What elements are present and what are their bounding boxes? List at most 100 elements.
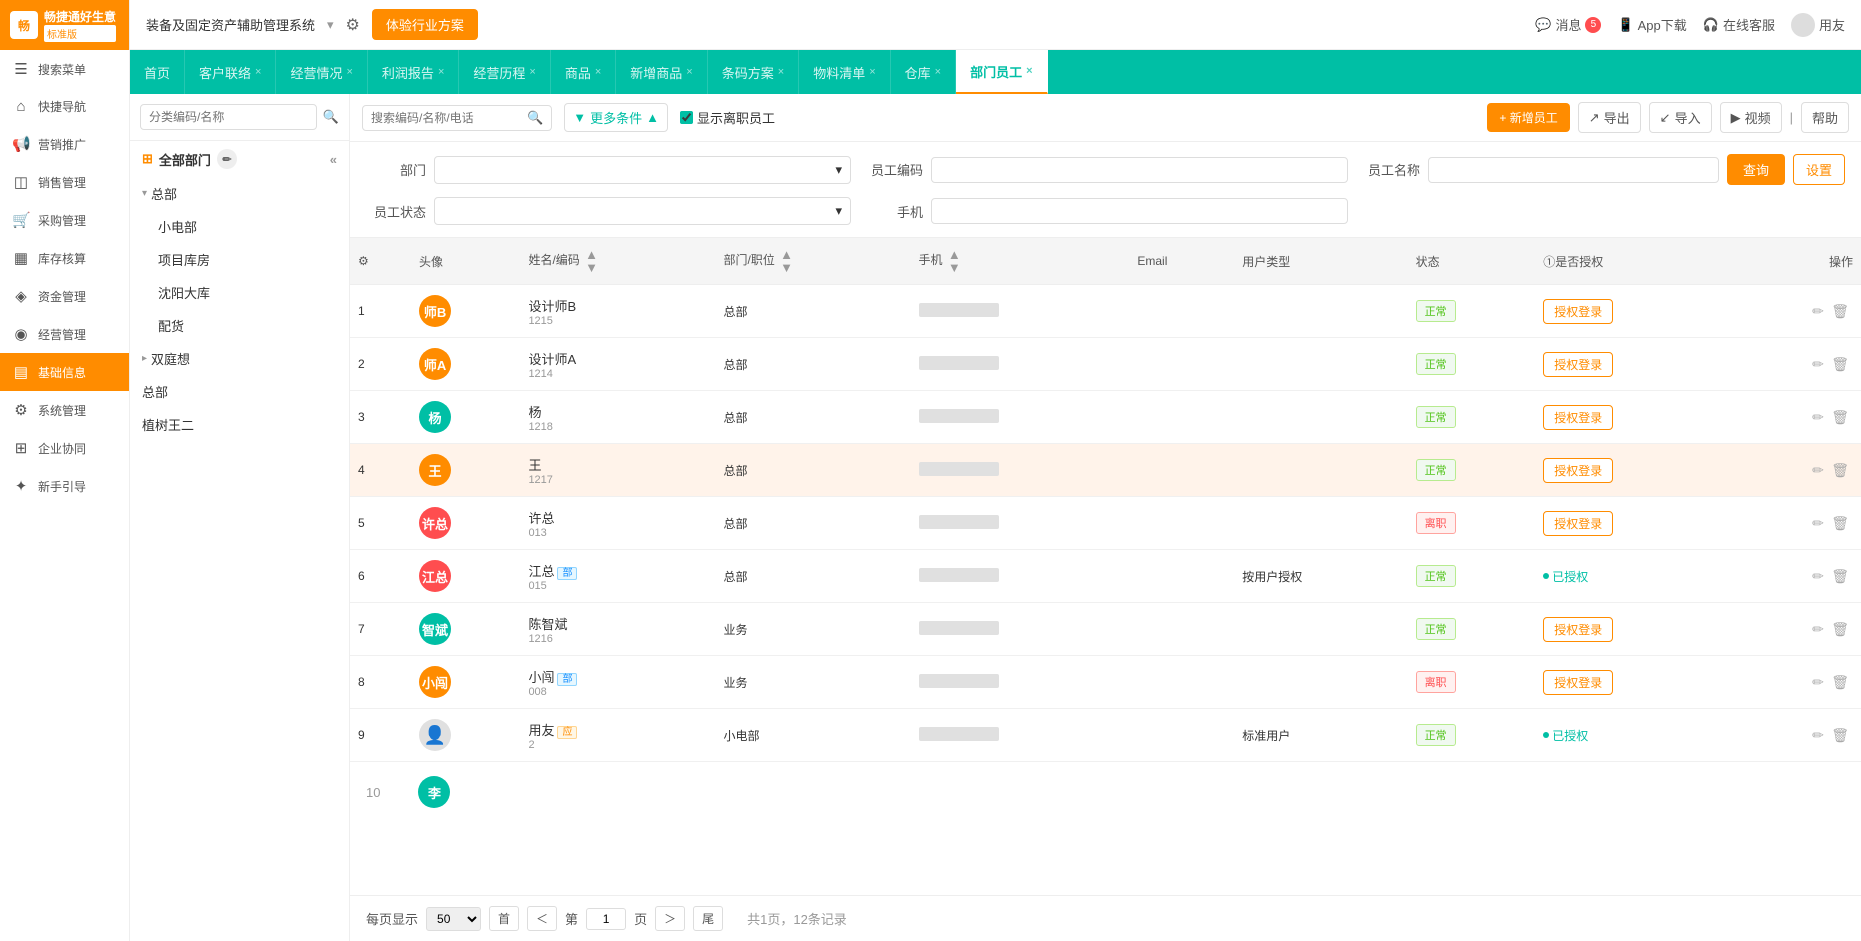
delete-button[interactable]: 🗑 [1831,356,1849,372]
trial-button[interactable]: 体验行业方案 [372,9,478,40]
tree-search-input[interactable] [140,104,317,130]
tree-item-shenyang[interactable]: 沈阳大库 [130,276,349,309]
tab-close-icon[interactable]: × [346,66,352,78]
auth-login-button[interactable]: 授权登录 [1543,670,1613,695]
tree-item-distribution[interactable]: 配货 [130,309,349,342]
edit-button[interactable]: ✏ [1812,568,1824,584]
title-dropdown-icon[interactable]: ▾ [327,17,334,33]
sidebar-item-purchase[interactable]: 🛒 采购管理 [0,201,129,239]
tree-item-plant-king[interactable]: 植树王二 [130,408,349,441]
auth-login-button[interactable]: 授权登录 [1543,458,1613,483]
last-page-button[interactable]: 尾 [693,906,723,931]
tab-warehouse[interactable]: 仓库 × [891,50,956,94]
sidebar-item-shortcut[interactable]: ⌂ 快捷导航 [0,88,129,125]
search-input[interactable] [371,111,521,125]
tab-close-icon[interactable]: × [438,66,444,78]
tab-operation-process[interactable]: 经营历程 × [459,50,550,94]
emp-status-select[interactable]: ▾ [434,197,851,225]
tab-barcode[interactable]: 条码方案 × [708,50,799,94]
phone-input[interactable] [931,198,1348,224]
sidebar-item-basic[interactable]: ▤ 基础信息 [0,353,129,391]
add-employee-button[interactable]: + 新增员工 [1487,103,1569,132]
auth-login-button[interactable]: 授权登录 [1543,617,1613,642]
per-page-select[interactable]: 50 100 200 [426,907,481,931]
prev-page-button[interactable]: ＜ [527,906,557,931]
tab-close-icon[interactable]: × [778,66,784,78]
app-download-button[interactable]: 📱 App下载 [1617,15,1686,34]
sidebar-item-corp[interactable]: ⊞ 企业协同 [0,429,129,467]
more-conditions-button[interactable]: ▼ 更多条件 ▲ [564,103,668,132]
delete-button[interactable]: 🗑 [1831,409,1849,425]
tree-item-project-room[interactable]: 项目库房 [130,243,349,276]
tab-close-icon[interactable]: × [595,66,601,78]
edit-button[interactable]: ✏ [1812,462,1824,478]
sidebar-item-system[interactable]: ⚙ 系统管理 [0,391,129,429]
settings-button[interactable]: 设置 [1793,154,1845,185]
tree-item-hq[interactable]: ▾ 总部 [130,177,349,210]
emp-name-input[interactable] [1428,157,1719,183]
first-page-button[interactable]: 首 [489,906,519,931]
sidebar-item-search[interactable]: ☰ 搜索菜单 [0,50,129,88]
user-avatar[interactable]: 用友 [1791,13,1845,37]
sidebar-item-finance[interactable]: ◈ 资金管理 [0,277,129,315]
message-button[interactable]: 💬 消息 5 [1535,15,1601,34]
tab-material[interactable]: 物料清单 × [799,50,890,94]
tab-goods[interactable]: 商品 × [551,50,616,94]
online-service-button[interactable]: 🎧 在线客服 [1703,15,1775,34]
sidebar-item-marketing[interactable]: 📢 营销推广 [0,125,129,163]
page-number-input[interactable] [586,908,626,930]
tab-close-icon[interactable]: × [255,66,261,78]
edit-button[interactable]: ✏ [1812,727,1824,743]
col-phone[interactable]: 手机 ▲▼ [911,238,1130,285]
tree-item-hq2[interactable]: 总部 [130,375,349,408]
dept-select[interactable]: ▾ [434,156,851,184]
edit-button[interactable]: ✏ [1812,621,1824,637]
import-button[interactable]: ↙ 导入 [1649,102,1712,133]
tree-search-icon[interactable]: 🔍 [323,109,339,125]
sidebar-item-guide[interactable]: ✦ 新手引导 [0,467,129,505]
edit-button[interactable]: ✏ [1812,356,1824,372]
tab-close-icon[interactable]: × [1026,65,1032,77]
delete-button[interactable]: 🗑 [1831,674,1849,690]
delete-button[interactable]: 🗑 [1831,303,1849,319]
sidebar-item-inventory[interactable]: ▦ 库存核算 [0,239,129,277]
show-resigned-checkbox[interactable]: 显示离职员工 [680,108,775,127]
query-button[interactable]: 查询 [1727,154,1785,185]
export-button[interactable]: ↗ 导出 [1578,102,1641,133]
emp-code-input[interactable] [931,157,1348,183]
search-icon[interactable]: 🔍 [527,110,543,126]
edit-button[interactable]: ✏ [1812,674,1824,690]
delete-button[interactable]: 🗑 [1831,515,1849,531]
next-page-button[interactable]: ＞ [655,906,685,931]
settings-gear-icon[interactable]: ⚙ [346,15,360,35]
edit-button[interactable]: ✏ [1812,515,1824,531]
view-button[interactable]: ▶ 视频 [1720,102,1782,133]
sidebar-item-operation[interactable]: ◉ 经营管理 [0,315,129,353]
delete-button[interactable]: 🗑 [1831,462,1849,478]
tab-operation-report[interactable]: 经营情况 × [276,50,367,94]
edit-button[interactable]: ✏ [1812,303,1824,319]
delete-button[interactable]: 🗑 [1831,568,1849,584]
tree-collapse-button[interactable]: « [330,152,337,167]
auth-login-button[interactable]: 授权登录 [1543,299,1613,324]
sidebar-item-sales[interactable]: ◫ 销售管理 [0,163,129,201]
edit-button[interactable]: ✏ [1812,409,1824,425]
delete-button[interactable]: 🗑 [1831,727,1849,743]
tab-home[interactable]: 首页 [130,50,185,94]
auth-login-button[interactable]: 授权登录 [1543,405,1613,430]
tab-profit[interactable]: 利润报告 × [368,50,459,94]
tree-item-double-dream[interactable]: ▸ 双庭想 [130,342,349,375]
tab-close-icon[interactable]: × [529,66,535,78]
col-dept-position[interactable]: 部门/职位 ▲▼ [715,238,910,285]
tree-item-small-elec[interactable]: 小电部 [130,210,349,243]
tab-close-icon[interactable]: × [869,66,875,78]
tab-add-goods[interactable]: 新增商品 × [616,50,707,94]
delete-button[interactable]: 🗑 [1831,621,1849,637]
tab-close-icon[interactable]: × [935,66,941,78]
tab-department[interactable]: 部门员工 × [956,50,1047,94]
tab-customer[interactable]: 客户联络 × [185,50,276,94]
col-name-code[interactable]: 姓名/编码 ▲▼ [520,238,715,285]
help-button[interactable]: 帮助 [1801,102,1849,133]
auth-login-button[interactable]: 授权登录 [1543,352,1613,377]
tab-close-icon[interactable]: × [686,66,692,78]
